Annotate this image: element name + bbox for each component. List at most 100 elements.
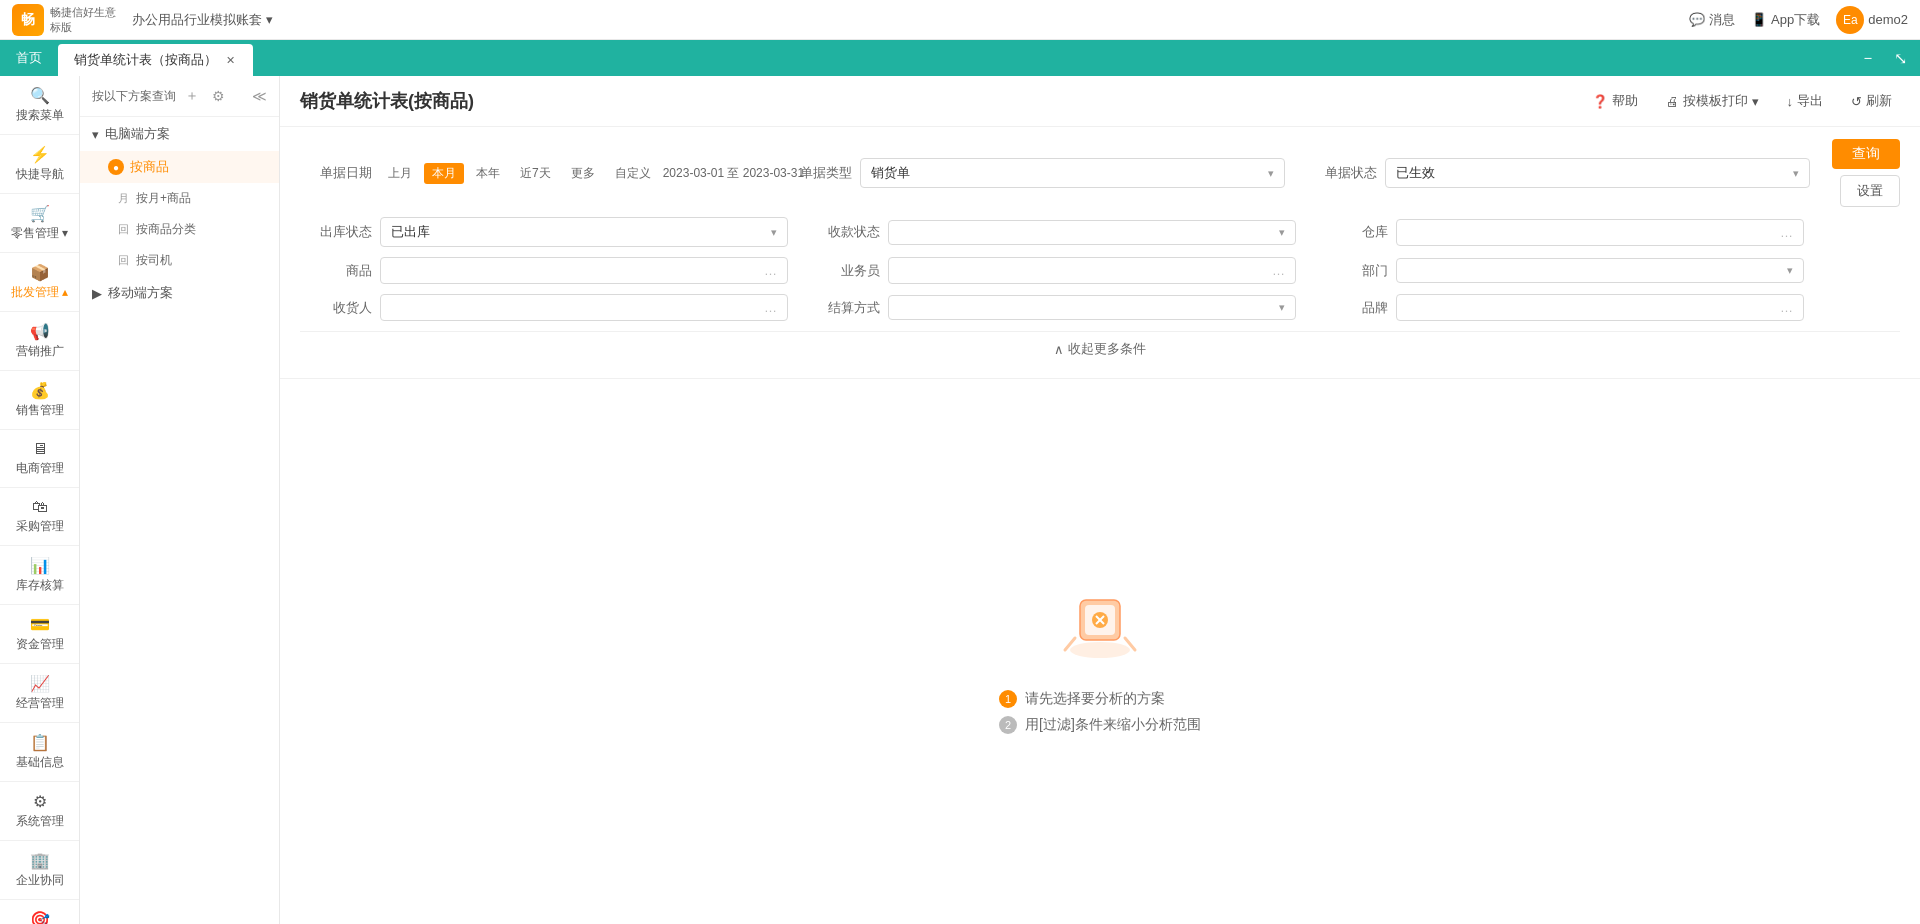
scheme-header: 按以下方案查询 ＋ ⚙ ≪	[80, 76, 279, 117]
scheme-item-by-category[interactable]: 回 按商品分类	[80, 214, 279, 245]
quick-nav-icon: ⚡	[4, 145, 75, 164]
sidebar-item-inventory[interactable]: 📊 库存核算	[0, 546, 79, 605]
sales-icon: 💰	[4, 381, 75, 400]
more-icon: …	[764, 300, 777, 315]
sidebar-item-newbie[interactable]: 🎯 新手引导	[0, 900, 79, 924]
empty-tip-1: 1 请先选择要分析的方案	[999, 690, 1201, 708]
scheme-group-mobile-header[interactable]: ▶ 移动端方案	[80, 276, 279, 310]
sidebar-item-basic[interactable]: 📋 基础信息	[0, 723, 79, 782]
refresh-button[interactable]: ↺ 刷新	[1843, 88, 1900, 114]
scheme-group-desktop-header[interactable]: ▾ 电脑端方案	[80, 117, 279, 151]
message-action[interactable]: 💬 消息	[1689, 11, 1735, 29]
app-selector[interactable]: 办公用品行业模拟账套 ▾	[124, 7, 281, 33]
chevron-down-icon: ▾	[1279, 226, 1285, 239]
app-selector-label: 办公用品行业模拟账套	[132, 11, 262, 29]
more-icon: …	[764, 263, 777, 278]
tab-home[interactable]: 首页	[0, 40, 58, 76]
page-title: 销货单统计表(按商品)	[300, 89, 474, 113]
date-tab-this-month[interactable]: 本月	[424, 163, 464, 184]
purchase-icon: 🛍	[4, 498, 75, 516]
scheme-item-by-product[interactable]: ● 按商品	[80, 151, 279, 183]
chevron-down-icon: ▾	[266, 12, 273, 27]
doc-status-label: 单据状态	[1305, 164, 1377, 182]
sidebar-item-sales[interactable]: 💰 销售管理	[0, 371, 79, 430]
sidebar-item-purchase[interactable]: 🛍 采购管理	[0, 488, 79, 546]
tab-sales-stats[interactable]: 销货单统计表（按商品） ✕	[58, 44, 253, 76]
scheme-header-label: 按以下方案查询	[92, 88, 176, 105]
sidebar-item-wholesale[interactable]: 📦 批发管理 ▴	[0, 253, 79, 312]
scheme-item-by-month-product[interactable]: 月 按月+商品	[80, 183, 279, 214]
payment-label: 结算方式	[808, 299, 880, 317]
date-tab-more[interactable]: 更多	[563, 163, 603, 184]
doc-status-select[interactable]: 已生效 ▾	[1385, 158, 1810, 188]
sidebar-item-ecom[interactable]: 🖥 电商管理	[0, 430, 79, 488]
payment-select[interactable]: ▾	[888, 295, 1296, 320]
staff-input[interactable]: …	[888, 257, 1296, 284]
system-icon: ⚙	[4, 792, 75, 811]
home-tab-label: 首页	[16, 49, 42, 67]
print-icon: 🖨	[1666, 94, 1679, 109]
print-button[interactable]: 🖨 按模板打印 ▾	[1658, 88, 1767, 114]
help-icon: ❓	[1592, 94, 1608, 109]
message-icon: 💬	[1689, 12, 1705, 27]
sales-tab-label: 销货单统计表（按商品）	[74, 51, 217, 69]
sidebar-item-marketing[interactable]: 📢 营销推广	[0, 312, 79, 371]
scheme-add-button[interactable]: ＋	[182, 86, 202, 106]
date-tab-this-year[interactable]: 本年	[468, 163, 508, 184]
help-button[interactable]: ❓ 帮助	[1584, 88, 1646, 114]
avatar: Ea	[1836, 6, 1864, 34]
staff-label: 业务员	[808, 262, 880, 280]
receiver-input[interactable]: …	[380, 294, 788, 321]
user-profile[interactable]: Ea demo2	[1836, 6, 1908, 34]
collect-status-control: ▾	[888, 220, 1296, 245]
date-tabs: 上月 本月 本年 近7天 更多 自定义	[380, 163, 659, 184]
scheme-settings-button[interactable]: ⚙	[208, 86, 228, 106]
sidebar-item-search[interactable]: 🔍 搜索菜单	[0, 76, 79, 135]
chevron-down-icon: ▾	[1279, 301, 1285, 314]
page-actions: ❓ 帮助 🖨 按模板打印 ▾ ↓ 导出 ↺ 刷新	[1584, 88, 1901, 114]
settings-button[interactable]: 设置	[1840, 175, 1900, 207]
scheme-item-by-driver[interactable]: 回 按司机	[80, 245, 279, 276]
chevron-down-icon: ▾	[1268, 167, 1274, 180]
brand-input[interactable]: …	[1396, 294, 1804, 321]
chevron-down-icon: ▾	[1787, 264, 1793, 277]
collapse-conditions-button[interactable]: ∧ 收起更多条件	[300, 331, 1900, 366]
sidebar-item-system[interactable]: ⚙ 系统管理	[0, 782, 79, 841]
logo-area: 畅 畅捷信好生意 标版	[12, 4, 116, 36]
content-area: 按以下方案查询 ＋ ⚙ ≪ ▾ 电脑端方案 ● 按商品 月 按月+商品	[80, 76, 1920, 924]
scheme-collapse-button[interactable]: ≪	[252, 88, 267, 104]
sidebar-item-enterprise[interactable]: 🏢 企业协同	[0, 841, 79, 900]
filter-area: 单据日期 上月 本月 本年 近7天 更多 自定义 2023-03-01 至 20…	[280, 127, 1920, 379]
doc-type-select[interactable]: 销货单 ▾	[860, 158, 1285, 188]
basic-icon: 📋	[4, 733, 75, 752]
date-tab-custom[interactable]: 自定义	[607, 163, 659, 184]
doc-type-control: 销货单 ▾	[860, 158, 1285, 188]
chevron-down-icon: ▾	[92, 127, 99, 142]
header-left: 畅 畅捷信好生意 标版 办公用品行业模拟账套 ▾	[12, 4, 281, 36]
chevron-right-icon: ▶	[92, 286, 102, 301]
date-tab-7days[interactable]: 近7天	[512, 163, 559, 184]
date-tab-last-month[interactable]: 上月	[380, 163, 420, 184]
query-button[interactable]: 查询	[1832, 139, 1900, 169]
more-icon: …	[1780, 300, 1793, 315]
sidebar-item-ops[interactable]: 📈 经营管理	[0, 664, 79, 723]
out-status-select[interactable]: 已出库 ▾	[380, 217, 788, 247]
collect-status-select[interactable]: ▾	[888, 220, 1296, 245]
app-download-action[interactable]: 📱 App下载	[1751, 11, 1820, 29]
dept-select[interactable]: ▾	[1396, 258, 1804, 283]
product-input[interactable]: …	[380, 257, 788, 284]
product-label: 商品	[300, 262, 372, 280]
chevron-down-icon: ▾	[1793, 167, 1799, 180]
export-button[interactable]: ↓ 导出	[1779, 88, 1832, 114]
doc-type-label: 单据类型	[780, 164, 852, 182]
logo-text: 畅捷信好生意 标版	[50, 5, 116, 34]
receiver-control: …	[380, 294, 788, 321]
minimize-icon[interactable]: －	[1856, 46, 1880, 70]
warehouse-input[interactable]: …	[1396, 219, 1804, 246]
sidebar-item-quick-nav[interactable]: ⚡ 快捷导航	[0, 135, 79, 194]
inventory-icon: 📊	[4, 556, 75, 575]
maximize-icon[interactable]: ⤡	[1888, 46, 1912, 70]
sidebar-item-retail[interactable]: 🛒 零售管理 ▾	[0, 194, 79, 253]
tab-close-icon[interactable]: ✕	[223, 53, 237, 67]
sidebar-item-finance[interactable]: 💳 资金管理	[0, 605, 79, 664]
